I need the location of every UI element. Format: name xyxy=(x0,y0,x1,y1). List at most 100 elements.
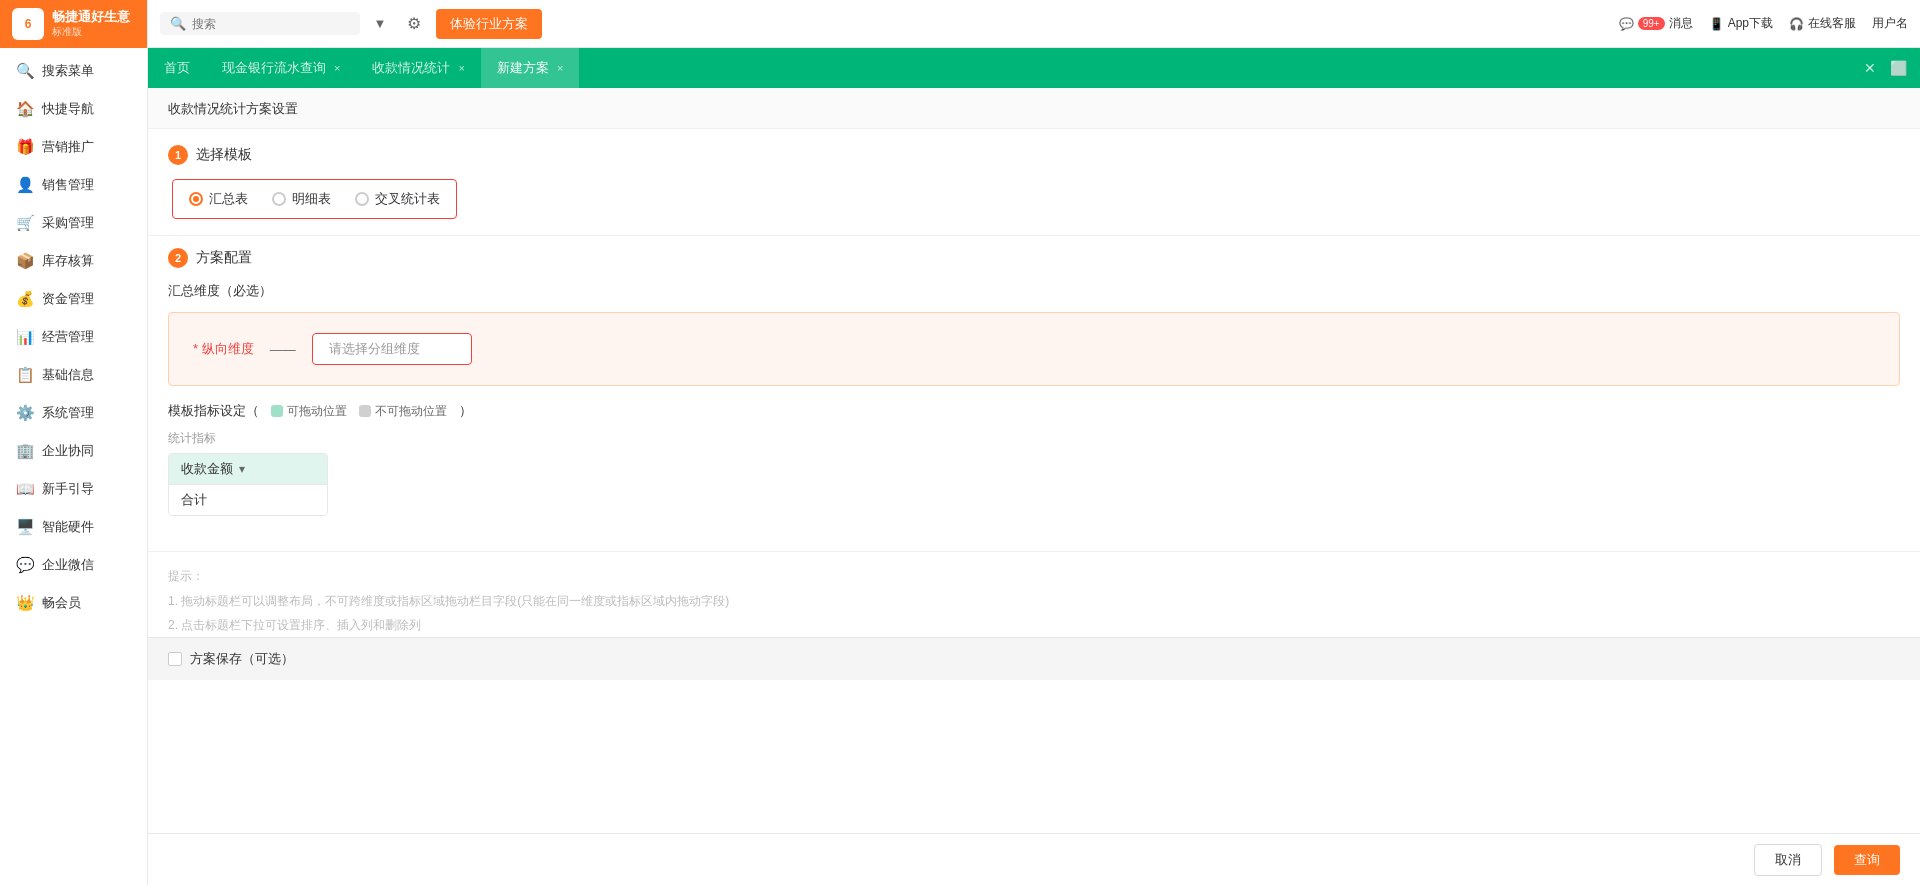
notification-item[interactable]: 💬 99+ 消息 xyxy=(1619,15,1693,32)
logo-text-group: 畅捷通好生意 标准版 xyxy=(52,9,130,39)
bottom-bar: 取消 查询 xyxy=(148,833,1920,885)
download-label: App下载 xyxy=(1728,15,1773,32)
sidebar-item-label: 采购管理 xyxy=(42,214,94,232)
sidebar-item-label: 库存核算 xyxy=(42,252,94,270)
guide-icon: 📖 xyxy=(16,480,34,498)
sidebar-item-enterprise[interactable]: 🏢企业协同 xyxy=(0,432,147,470)
metric-section-label: 统计指标 xyxy=(168,430,1900,447)
sidebar-item-label: 畅会员 xyxy=(42,594,81,612)
metric-table: 收款金额 ▾ 合计 xyxy=(168,453,328,516)
sidebar-item-guide[interactable]: 📖 新手引导 xyxy=(0,470,147,508)
logo-text: 畅捷通好生意 xyxy=(52,9,130,25)
sidebar-item-label: 企业协同 xyxy=(42,442,94,460)
hardware-icon: 🖥️ xyxy=(16,518,34,536)
metric-header-dropdown-icon[interactable]: ▾ xyxy=(239,462,245,476)
search-menu-icon: 🔍 xyxy=(16,62,34,80)
save-label: 方案保存（可选） xyxy=(190,650,294,668)
sidebar-item-wechat[interactable]: 💬企业微信 xyxy=(0,546,147,584)
main-area: 🔍 ▼ ⚙ 体验行业方案 💬 99+ 消息 📱 App下载 🎧 在线客服 用户名 xyxy=(148,0,1920,885)
sidebar-item-purchase[interactable]: 🛒采购管理 xyxy=(0,204,147,242)
sidebar-item-marketing[interactable]: 🎁营销推广 xyxy=(0,128,147,166)
content-area: 收款情况统计方案设置 1 选择模板 汇总表 明细表 xyxy=(148,88,1920,885)
dimension-row: * 纵向维度 —— 请选择分组维度 xyxy=(193,333,1875,365)
tab-receipt-stats[interactable]: 收款情况统计 × xyxy=(356,48,480,88)
sidebar-item-member[interactable]: 👑畅会员 xyxy=(0,584,147,622)
radio-crosstab[interactable]: 交叉统计表 xyxy=(355,190,440,208)
wechat-icon: 💬 xyxy=(16,556,34,574)
radio-detail[interactable]: 明细表 xyxy=(272,190,331,208)
metric-header-row[interactable]: 收款金额 ▾ xyxy=(169,454,327,484)
sidebar-item-quick-nav[interactable]: 🏠快捷导航 xyxy=(0,90,147,128)
tips-title: 提示： xyxy=(168,568,1900,585)
sidebar-item-sales[interactable]: 👤 销售管理 xyxy=(0,166,147,204)
tips-area: 提示： 1. 拖动标题栏可以调整布局，不可跨维度或指标区域拖动栏目字段(只能在同… xyxy=(148,551,1920,637)
sidebar-item-label: 新手引导 xyxy=(42,480,94,498)
tab-close-bank-flow[interactable]: × xyxy=(334,62,340,74)
tab-close-receipt-stats[interactable]: × xyxy=(458,62,464,74)
tab-home[interactable]: 首页 xyxy=(148,48,206,88)
sidebar-item-label: 资金管理 xyxy=(42,290,94,308)
sidebar-item-system[interactable]: ⚙️系统管理 xyxy=(0,394,147,432)
metric-table-wrapper: 统计指标 收款金额 ▾ 合计 xyxy=(168,430,1900,519)
radio-summary[interactable]: 汇总表 xyxy=(189,190,248,208)
tab-new-plan[interactable]: 新建方案× xyxy=(481,48,579,88)
tab-close-new-plan[interactable]: × xyxy=(557,62,563,74)
step1-label: 1 选择模板 xyxy=(168,145,1900,165)
user-name[interactable]: 用户名 xyxy=(1872,15,1908,32)
settings-icon[interactable]: ⚙ xyxy=(400,10,428,38)
close-window-btn[interactable]: ✕ xyxy=(1860,58,1880,78)
non-draggable-label: 不可拖动位置 xyxy=(375,403,447,420)
sidebar-item-label: 销售管理 xyxy=(42,176,94,194)
notification-badge: 99+ xyxy=(1638,17,1665,30)
sidebar-item-label: 快捷导航 xyxy=(42,100,94,118)
sidebar-item-label: 经营管理 xyxy=(42,328,94,346)
service-icon: 🎧 xyxy=(1789,17,1804,31)
step2-section: 2 方案配置 汇总维度（必选） * 纵向维度 —— 请选择分组维度 模板指标设定… xyxy=(148,235,1920,551)
header-dropdown-btn[interactable]: ▼ xyxy=(368,12,392,36)
step2-label: 2 方案配置 xyxy=(168,248,1900,268)
non-draggable-tag: 不可拖动位置 xyxy=(359,403,447,420)
step2-circle: 2 xyxy=(168,248,188,268)
sales-icon: 👤 xyxy=(16,176,34,194)
sidebar-menu: 🔍搜索菜单🏠快捷导航🎁营销推广 👤 销售管理 🛒采购管理 📦 库存核算 💰 资金管理 📊经营管理… xyxy=(0,48,147,885)
save-checkbox[interactable] xyxy=(168,652,182,666)
dimension-input[interactable]: 请选择分组维度 xyxy=(312,333,472,365)
query-button[interactable]: 查询 xyxy=(1834,845,1900,875)
download-icon: 📱 xyxy=(1709,17,1724,31)
metric-settings-title: 模板指标设定（ xyxy=(168,402,259,420)
tab-bank-flow[interactable]: 现金银行流水查询× xyxy=(206,48,356,88)
logo-icon: 6 xyxy=(12,8,44,40)
dimension-label: * 纵向维度 xyxy=(193,340,254,358)
sidebar-item-label: 智能硬件 xyxy=(42,518,94,536)
step1-circle: 1 xyxy=(168,145,188,165)
metric-body-row: 合计 xyxy=(169,484,327,515)
draggable-label: 可拖动位置 xyxy=(287,403,347,420)
radio-detail-circle xyxy=(272,192,286,206)
sidebar-item-basic-info[interactable]: 📋基础信息 xyxy=(0,356,147,394)
download-item[interactable]: 📱 App下载 xyxy=(1709,15,1773,32)
radio-summary-circle xyxy=(189,192,203,206)
header-actions: 💬 99+ 消息 📱 App下载 🎧 在线客服 用户名 xyxy=(1619,15,1908,32)
inventory-icon: 📦 xyxy=(16,252,34,270)
service-item[interactable]: 🎧 在线客服 xyxy=(1789,15,1856,32)
trial-button[interactable]: 体验行业方案 xyxy=(436,9,542,39)
search-input[interactable] xyxy=(192,17,332,31)
sidebar-item-search-menu[interactable]: 🔍搜索菜单 xyxy=(0,52,147,90)
finance-icon: 💰 xyxy=(16,290,34,308)
radio-summary-dot xyxy=(193,196,199,202)
metric-body-text: 合计 xyxy=(181,491,207,509)
sidebar-item-inventory[interactable]: 📦 库存核算 xyxy=(0,242,147,280)
sidebar-item-label: 系统管理 xyxy=(42,404,94,422)
page-title: 收款情况统计方案设置 xyxy=(148,88,1920,129)
sidebar-item-operations[interactable]: 📊经营管理 xyxy=(0,318,147,356)
tips-item2: 2. 点击标题栏下拉可设置排序、插入列和删除列 xyxy=(168,613,1900,637)
page-content: 收款情况统计方案设置 1 选择模板 汇总表 明细表 xyxy=(148,88,1920,833)
sidebar-item-finance[interactable]: 💰 资金管理 xyxy=(0,280,147,318)
maximize-window-btn[interactable]: ⬜ xyxy=(1888,58,1908,78)
tab-label-receipt-stats: 收款情况统计 xyxy=(372,59,450,77)
sidebar-logo: 6 畅捷通好生意 标准版 xyxy=(0,0,147,48)
sidebar-item-hardware[interactable]: 🖥️ 智能硬件 xyxy=(0,508,147,546)
metric-header-text: 收款金额 xyxy=(181,460,233,478)
cancel-button[interactable]: 取消 xyxy=(1754,844,1822,876)
metric-settings-header: 模板指标设定（ 可拖动位置 不可拖动位置 ） xyxy=(168,402,1900,420)
